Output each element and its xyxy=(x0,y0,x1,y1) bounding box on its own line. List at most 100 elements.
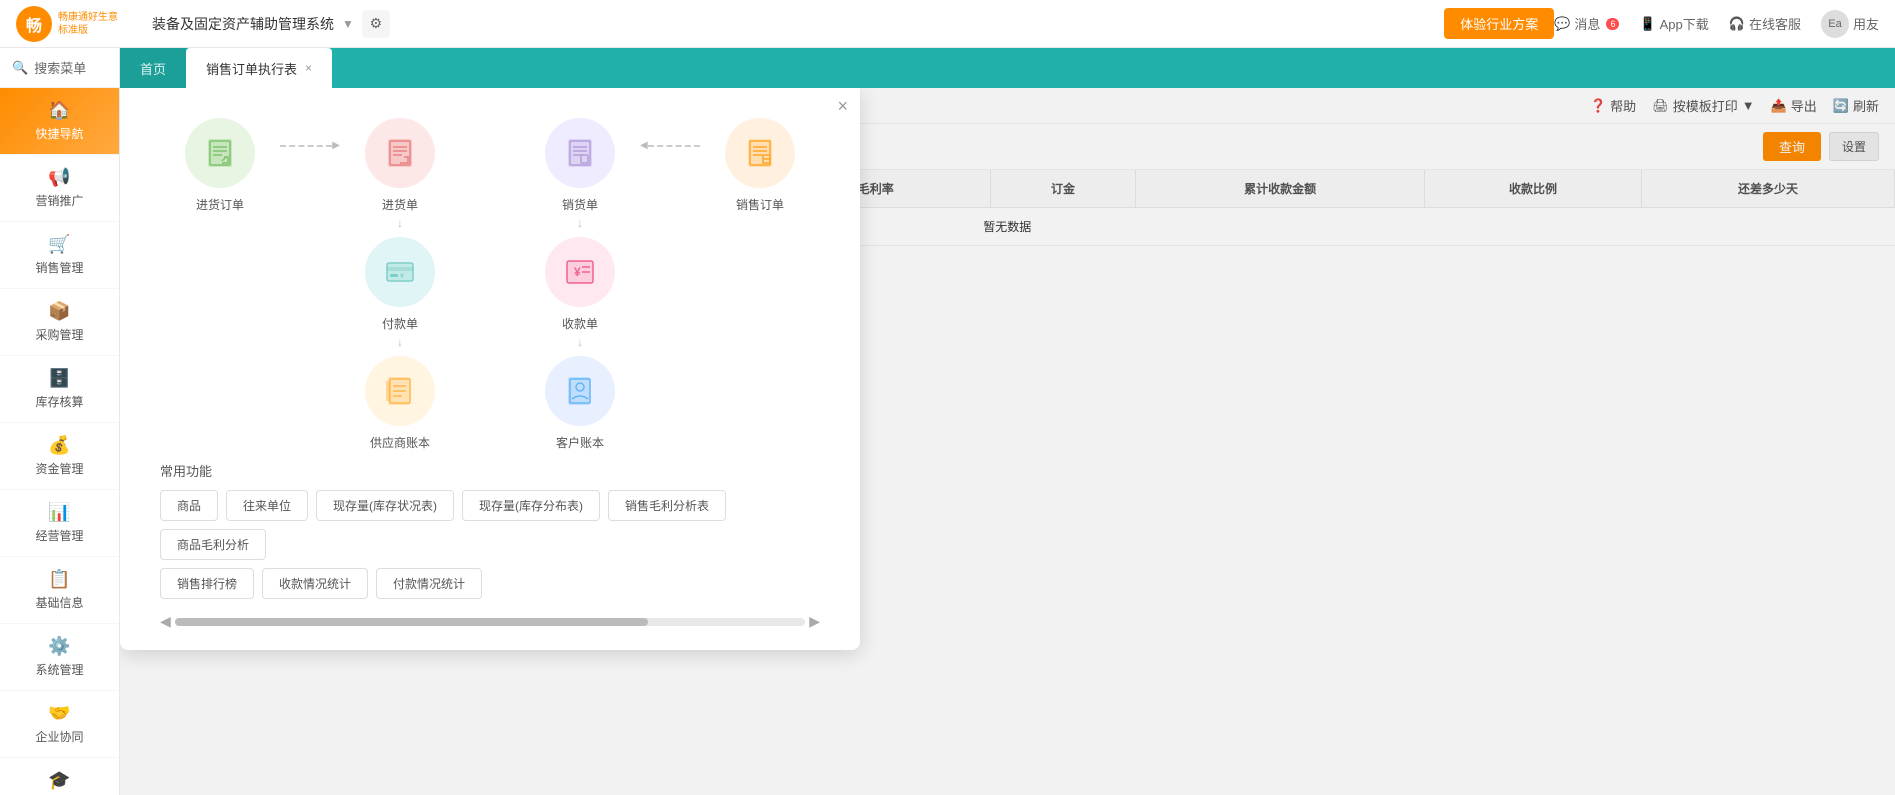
sales-icon: 🛒 xyxy=(48,234,70,255)
node-purchase-bill[interactable]: 进货单 xyxy=(340,118,460,213)
sale-order-label: 销售订单 xyxy=(736,196,784,213)
flow-col-4: 销售订单 xyxy=(700,118,820,213)
newbie-icon: 🎓 xyxy=(48,770,70,791)
sidebar-item-enterprise[interactable]: 🤝 企业协同 xyxy=(0,691,119,758)
top-header: 畅 畅康通好生意 标准版 装备及固定资产辅助管理系统 ▼ ⚙ 体验行业方案 💬 … xyxy=(0,0,1895,48)
sale-order-circle xyxy=(725,118,795,188)
system-title: 装备及固定资产辅助管理系统 ▼ ⚙ xyxy=(152,10,1444,38)
v-arrow-1: ↓ xyxy=(397,217,403,229)
tab-home-label: 首页 xyxy=(140,59,166,78)
search-icon: 🔍 xyxy=(12,60,28,76)
h-arrow-1: ▶ xyxy=(280,140,340,151)
inventory-icon: 🗄️ xyxy=(48,368,70,389)
payment-circle: ¥ xyxy=(365,237,435,307)
v-arrow-4: ↓ xyxy=(577,336,583,348)
system-icon: ⚙️ xyxy=(48,636,70,657)
node-payment[interactable]: ¥ 付款单 xyxy=(340,237,460,332)
node-customer-ledger[interactable]: 客户账本 xyxy=(520,356,640,451)
func-btn-stock-dist[interactable]: 现存量(库存分布表) xyxy=(462,490,600,521)
tab-sales-exec-label: 销售订单执行表 xyxy=(206,59,297,78)
modal-close-icon[interactable]: × xyxy=(837,96,848,117)
online-service-action[interactable]: 🎧 在线客服 xyxy=(1729,14,1801,33)
sidebar-item-finance[interactable]: 💰 资金管理 xyxy=(0,423,119,490)
main-layout: 🔍 搜索菜单 🏠 快捷导航 📢 营销推广 🛒 销售管理 📦 采购管理 🗄️ 库存… xyxy=(0,48,1895,795)
func-btn-receipt-stats[interactable]: 收款情况统计 xyxy=(262,568,368,599)
node-purchase-order[interactable]: 进货订单 xyxy=(160,118,280,213)
app-download-action[interactable]: 📱 App下载 xyxy=(1639,14,1708,33)
flow-col-2: 进货单 ↓ ¥ 付款单 ↓ xyxy=(340,118,460,451)
flow-col-1: 进货订单 xyxy=(160,118,280,213)
node-supplier-ledger[interactable]: 供应商账本 xyxy=(340,356,460,451)
svg-text:¥: ¥ xyxy=(574,265,581,279)
v-arrow-2: ↓ xyxy=(397,336,403,348)
svg-text:¥: ¥ xyxy=(400,273,404,280)
sidebar-item-marketing[interactable]: 📢 营销推广 xyxy=(0,155,119,222)
purchase-order-circle xyxy=(185,118,255,188)
tab-sales-exec[interactable]: 销售订单执行表 × xyxy=(186,48,332,88)
system-name-label: 装备及固定资产辅助管理系统 xyxy=(152,14,334,34)
purchase-order-label: 进货订单 xyxy=(196,196,244,213)
content-area: 首页 销售订单执行表 × ❓ 帮助 🖨 按模板打印 ▼ xyxy=(120,48,1895,795)
avatar: Ea xyxy=(1821,10,1849,38)
node-sale-order[interactable]: 销售订单 xyxy=(700,118,820,213)
sidebar-item-sales[interactable]: 🛒 销售管理 xyxy=(0,222,119,289)
page-content: ❓ 帮助 🖨 按模板打印 ▼ 📤 导出 🔄 刷新 xyxy=(120,88,1895,795)
customer-ledger-label: 客户账本 xyxy=(556,434,604,451)
v-arrow-3: ↓ xyxy=(577,217,583,229)
common-functions-title: 常用功能 xyxy=(160,461,820,480)
func-btn-goods-margin[interactable]: 商品毛利分析 xyxy=(160,529,266,560)
tab-bar: 首页 销售订单执行表 × xyxy=(120,48,1895,88)
sale-bill-circle xyxy=(545,118,615,188)
experience-button[interactable]: 体验行业方案 xyxy=(1444,8,1554,39)
purchase-bill-label: 进货单 xyxy=(382,196,418,213)
message-icon: 💬 xyxy=(1554,16,1570,32)
purchase-bill-circle xyxy=(365,118,435,188)
sidebar-item-quick-nav[interactable]: 🏠 快捷导航 xyxy=(0,88,119,155)
tab-home[interactable]: 首页 xyxy=(120,48,186,88)
tab-close-icon[interactable]: × xyxy=(305,61,312,75)
common-functions: 常用功能 商品 往来单位 现存量(库存状况表) 现存量(库存分布表) 销售毛利分… xyxy=(160,461,820,599)
func-btn-stock-status[interactable]: 现存量(库存状况表) xyxy=(316,490,454,521)
node-receipt[interactable]: ¥ 收款单 xyxy=(520,237,640,332)
func-btn-sales-rank[interactable]: 销售排行榜 xyxy=(160,568,254,599)
supplier-ledger-circle xyxy=(365,356,435,426)
sidebar-item-purchase[interactable]: 📦 采购管理 xyxy=(0,289,119,356)
func-btn-payment-stats[interactable]: 付款情况统计 xyxy=(376,568,482,599)
finance-icon: 💰 xyxy=(48,435,70,456)
sidebar-item-system[interactable]: ⚙️ 系统管理 xyxy=(0,624,119,691)
sidebar-search[interactable]: 🔍 搜索菜单 xyxy=(0,48,119,88)
func-btn-parties[interactable]: 往来单位 xyxy=(226,490,308,521)
message-action[interactable]: 💬 消息 6 xyxy=(1554,14,1619,33)
h-arrow-2: ◀ xyxy=(640,140,700,151)
sidebar: 🔍 搜索菜单 🏠 快捷导航 📢 营销推广 🛒 销售管理 📦 采购管理 🗄️ 库存… xyxy=(0,48,120,795)
logo-text: 畅康通好生意 标准版 xyxy=(58,11,118,37)
node-sale-bill[interactable]: 销货单 xyxy=(520,118,640,213)
header-right: 💬 消息 6 📱 App下载 🎧 在线客服 Ea 用友 xyxy=(1554,10,1879,38)
scrollbar-thumb[interactable] xyxy=(175,618,648,626)
sidebar-item-inventory[interactable]: 🗄️ 库存核算 xyxy=(0,356,119,423)
scroll-left-icon[interactable]: ◀ xyxy=(160,613,171,630)
scroll-right-icon[interactable]: ▶ xyxy=(809,613,820,630)
modal-overlay[interactable]: × 进货订单 xyxy=(120,88,1895,795)
basic-info-icon: 📋 xyxy=(48,569,70,590)
quick-nav-modal: × 进货订单 xyxy=(120,88,860,650)
system-dropdown-icon[interactable]: ▼ xyxy=(342,17,354,31)
sidebar-item-newbie[interactable]: 🎓 新手引导 xyxy=(0,758,119,795)
user-action[interactable]: Ea 用友 xyxy=(1821,10,1879,38)
supplier-ledger-label: 供应商账本 xyxy=(370,434,430,451)
function-buttons-row2: 销售排行榜 收款情况统计 付款情况统计 xyxy=(160,568,820,599)
receipt-circle: ¥ xyxy=(545,237,615,307)
home-icon: 🏠 xyxy=(48,100,70,121)
function-buttons: 商品 往来单位 现存量(库存状况表) 现存量(库存分布表) 销售毛利分析表 商品… xyxy=(160,490,820,560)
scrollbar-track[interactable] xyxy=(175,618,805,626)
customer-ledger-circle xyxy=(545,356,615,426)
purchase-icon: 📦 xyxy=(48,301,70,322)
func-btn-gross-analysis[interactable]: 销售毛利分析表 xyxy=(608,490,726,521)
settings-gear-icon[interactable]: ⚙ xyxy=(362,10,390,38)
headset-icon: 🎧 xyxy=(1729,16,1745,32)
func-btn-goods[interactable]: 商品 xyxy=(160,490,218,521)
sidebar-item-operations[interactable]: 📊 经营管理 xyxy=(0,490,119,557)
flow-diagram: 进货订单 ▶ xyxy=(160,118,820,451)
message-badge: 6 xyxy=(1606,18,1619,30)
sidebar-item-basic-info[interactable]: 📋 基础信息 xyxy=(0,557,119,624)
